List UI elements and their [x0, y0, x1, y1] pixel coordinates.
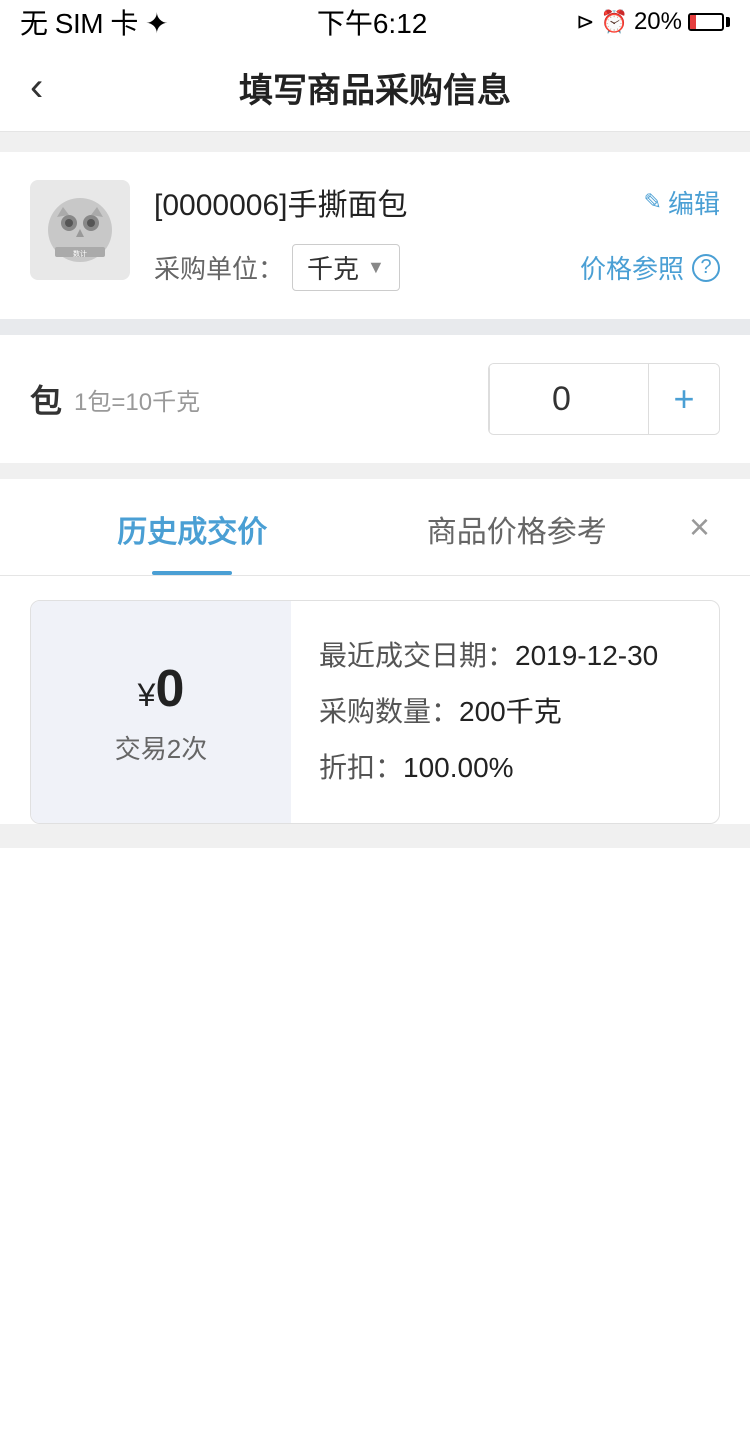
product-unit-row: 采购单位： 千克 ▼ 价格参照 ? — [154, 244, 720, 291]
info-icon: ? — [692, 254, 720, 282]
quantity-label: 包 1包=10千克 — [30, 376, 200, 422]
svg-text:数计: 数计 — [73, 249, 87, 258]
trade-card-left: ¥0 交易2次 — [31, 601, 291, 823]
tab-product-price-ref[interactable]: 商品价格参考 — [354, 479, 678, 575]
discount-value: 100.00% — [403, 752, 514, 783]
edit-icon: ✎ — [644, 189, 662, 215]
back-button[interactable]: ‹ — [20, 55, 53, 120]
currency-symbol: ¥ — [138, 677, 156, 713]
edit-button[interactable]: ✎ 编辑 — [644, 184, 720, 221]
quantity-row: 包 1包=10千克 + — [0, 335, 750, 463]
unit-value: 千克 — [307, 249, 359, 286]
chevron-down-icon: ▼ — [367, 257, 385, 278]
status-right: ⊳ ⏰ 20% — [576, 8, 730, 36]
product-info: [0000006]手撕面包 ✎ 编辑 采购单位： 千克 ▼ 价格参照 ? — [154, 180, 720, 291]
trade-price-value: 0 — [155, 660, 184, 718]
battery-percent: 20% — [634, 8, 682, 36]
carrier-text: 无 SIM 卡 ✦ — [20, 2, 168, 42]
edit-label: 编辑 — [668, 184, 720, 221]
product-name-row: [0000006]手撕面包 ✎ 编辑 — [154, 180, 720, 224]
unit-dropdown[interactable]: 千克 ▼ — [292, 244, 400, 291]
status-bar: 无 SIM 卡 ✦ 下午6:12 ⊳ ⏰ 20% — [0, 0, 750, 44]
quantity-convert: 1包=10千克 — [74, 382, 200, 417]
quantity-control: + — [488, 363, 720, 435]
section-divider — [0, 319, 750, 335]
quantity-unit: 包 — [30, 376, 62, 422]
quantity-plus-button[interactable]: + — [649, 364, 719, 434]
recent-date-value: 2019-12-30 — [515, 640, 658, 671]
location-icon: ⊳ — [576, 9, 594, 35]
trade-count: 交易2次 — [115, 729, 207, 766]
tabs-container: 历史成交价 商品价格参考 × ¥0 交易2次 最近成交日期：2019-12-30… — [0, 479, 750, 824]
tab-history-price[interactable]: 历史成交价 — [30, 479, 354, 575]
nav-bar: ‹ 填写商品采购信息 — [0, 44, 750, 132]
product-thumbnail: 数计 — [30, 180, 130, 280]
time-text: 下午6:12 — [317, 2, 428, 42]
product-logo-svg: 数计 — [45, 195, 115, 265]
tabs-close-button[interactable]: × — [679, 486, 720, 568]
trade-card: ¥0 交易2次 最近成交日期：2019-12-30 采购数量：200千克 折扣：… — [30, 600, 720, 824]
recent-date-label: 最近成交日期： — [319, 640, 515, 671]
recent-date-row: 最近成交日期：2019-12-30 — [319, 635, 691, 677]
page-title: 填写商品采购信息 — [239, 63, 511, 112]
discount-label: 折扣： — [319, 752, 403, 783]
page-background — [0, 848, 750, 1448]
product-card: 数计 [0000006]手撕面包 ✎ 编辑 采购单位： 千克 ▼ — [0, 152, 750, 319]
discount-row: 折扣：100.00% — [319, 747, 691, 789]
purchase-qty-row: 采购数量：200千克 — [319, 691, 691, 733]
quantity-input[interactable] — [489, 364, 649, 434]
trade-price: ¥0 — [138, 659, 185, 719]
purchase-qty-value: 200千克 — [459, 696, 562, 727]
price-ref-label: 价格参照 — [580, 249, 684, 286]
product-name: [0000006]手撕面包 — [154, 180, 407, 224]
purchase-qty-label: 采购数量： — [319, 696, 459, 727]
alarm-icon: ⏰ — [601, 9, 628, 35]
trade-card-right: 最近成交日期：2019-12-30 采购数量：200千克 折扣：100.00% — [291, 601, 719, 823]
unit-label: 采购单位： — [154, 249, 284, 286]
tabs-header: 历史成交价 商品价格参考 × — [0, 479, 750, 576]
unit-selector: 采购单位： 千克 ▼ — [154, 244, 400, 291]
price-reference-button[interactable]: 价格参照 ? — [580, 249, 720, 286]
battery-icon — [688, 13, 730, 31]
product-header: 数计 [0000006]手撕面包 ✎ 编辑 采购单位： 千克 ▼ — [30, 180, 720, 291]
